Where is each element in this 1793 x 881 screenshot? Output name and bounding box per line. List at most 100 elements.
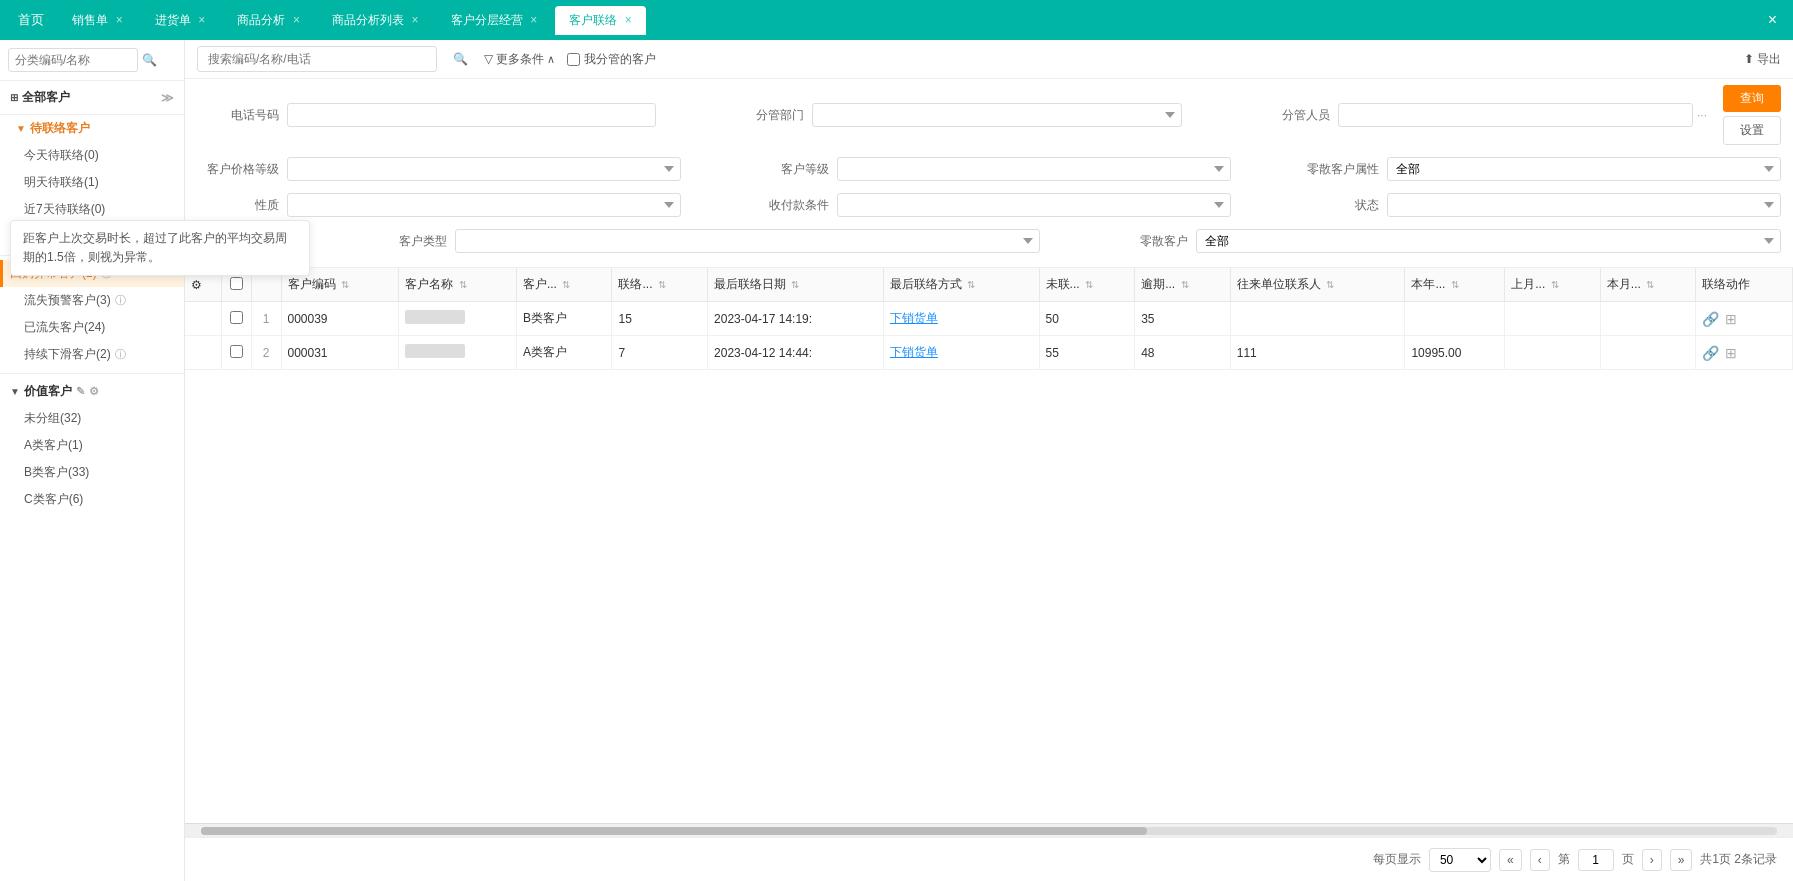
person-input[interactable] xyxy=(1338,103,1693,127)
close-sales-tab-icon[interactable]: × xyxy=(116,13,123,27)
sidebar-collapse-icon[interactable]: ≫ xyxy=(161,91,174,105)
close-product-analysis-list-tab-icon[interactable]: × xyxy=(412,13,419,27)
filter-action-buttons: 查询 设置 xyxy=(1723,85,1781,145)
customer-level-select[interactable] xyxy=(837,157,1231,181)
filter-payment-field: 收付款条件 xyxy=(747,193,1231,217)
sidebar-item-tomorrow[interactable]: 明天待联络(1) xyxy=(0,169,184,196)
row1-grid-icon[interactable]: ⊞ xyxy=(1725,311,1737,327)
retail-customer-select[interactable]: 全部 xyxy=(1196,229,1781,253)
sort-icon-history[interactable]: ⇅ xyxy=(1326,279,1334,290)
payment-select[interactable] xyxy=(837,193,1231,217)
sort-icon-date[interactable]: ⇅ xyxy=(791,279,799,290)
row2-last-contact-method: 下销货单 xyxy=(883,336,1039,370)
settings-icon-sidebar[interactable]: ⚙ xyxy=(89,385,99,398)
price-level-select[interactable] xyxy=(287,157,681,181)
nav-tab-product-analysis-list[interactable]: 商品分析列表 × xyxy=(318,6,433,35)
row2-link-icon[interactable]: 🔗 xyxy=(1702,345,1719,361)
sort-icon-name[interactable]: ⇅ xyxy=(459,279,467,290)
grid-icon: ⊞ xyxy=(10,92,18,103)
row2-action: 🔗 ⊞ xyxy=(1696,336,1793,370)
person-dots-icon[interactable]: ··· xyxy=(1697,108,1707,122)
close-customer-segmentation-tab-icon[interactable]: × xyxy=(530,13,537,27)
table-select-all-checkbox[interactable] xyxy=(230,277,243,290)
filter-row-2: 客户价格等级 客户等级 零散客户属性 全部 xyxy=(197,151,1781,187)
sidebar: 🔍 ⊞ 全部客户 ≫ ▼ 待联络客户 今天待联络(0) 明天待联络(1) 近7天… xyxy=(0,40,185,881)
prev-page-button[interactable]: ‹ xyxy=(1530,849,1550,871)
row1-select-checkbox[interactable] xyxy=(230,311,243,324)
sort-icon-method[interactable]: ⇅ xyxy=(967,279,975,290)
row1-this-year xyxy=(1405,302,1505,336)
query-button[interactable]: 查询 xyxy=(1723,85,1781,112)
row2-contact-method-link[interactable]: 下销货单 xyxy=(890,345,938,359)
window-close-button[interactable]: × xyxy=(1760,7,1785,33)
row1-history-contacts xyxy=(1230,302,1405,336)
gender-select[interactable] xyxy=(287,193,681,217)
sidebar-all-customers[interactable]: ⊞ 全部客户 ≫ xyxy=(0,81,184,115)
settings-button[interactable]: 设置 xyxy=(1723,116,1781,145)
sort-icon-overdue[interactable]: ⇅ xyxy=(1181,279,1189,290)
close-product-analysis-tab-icon[interactable]: × xyxy=(293,13,300,27)
sidebar-search-icon[interactable]: 🔍 xyxy=(142,53,157,67)
sidebar-item-class-a[interactable]: A类客户(1) xyxy=(0,432,184,459)
sidebar-item-today[interactable]: 今天待联络(0) xyxy=(0,142,184,169)
nav-tab-product-analysis[interactable]: 商品分析 × xyxy=(223,6,314,35)
sidebar-item-already-lost[interactable]: 已流失客户(24) xyxy=(0,314,184,341)
row2-overdue: 48 xyxy=(1135,336,1231,370)
filter-row-4: ... 客户类型 零散客户 全部 xyxy=(197,223,1781,259)
scroll-thumb[interactable] xyxy=(201,827,1147,835)
my-customers-checkbox[interactable] xyxy=(567,53,580,66)
sidebar-item-class-c[interactable]: C类客户(6) xyxy=(0,486,184,513)
customer-type-select[interactable] xyxy=(455,229,1040,253)
nav-tab-purchase[interactable]: 进货单 × xyxy=(141,6,220,35)
row2-select-checkbox[interactable] xyxy=(230,345,243,358)
search-button[interactable]: 🔍 xyxy=(449,52,472,66)
row1-checkbox xyxy=(221,302,251,336)
sort-icon-type[interactable]: ⇅ xyxy=(562,279,570,290)
sidebar-value-customers-group[interactable]: ▼ 价值客户 ✎ ⚙ xyxy=(0,378,184,405)
sidebar-item-ungroup[interactable]: 未分组(32) xyxy=(0,405,184,432)
dept-select[interactable] xyxy=(812,103,1181,127)
row1-contact-method-link[interactable]: 下销货单 xyxy=(890,311,938,325)
next-page-button[interactable]: › xyxy=(1642,849,1662,871)
edit-icon[interactable]: ✎ xyxy=(76,385,85,398)
sidebar-item-class-b[interactable]: B类客户(33) xyxy=(0,459,184,486)
more-conditions-btn[interactable]: ▽ 更多条件 ∧ xyxy=(484,51,555,68)
nav-tab-home[interactable]: 首页 xyxy=(8,5,54,35)
current-page-input[interactable] xyxy=(1578,849,1614,871)
sidebar-search-input[interactable] xyxy=(8,48,138,72)
sidebar-item-continuous-down[interactable]: 持续下滑客户(2) ⓘ xyxy=(0,341,184,368)
phone-input[interactable] xyxy=(287,103,656,127)
nav-tab-sales[interactable]: 销售单 × xyxy=(58,6,137,35)
first-page-button[interactable]: « xyxy=(1499,849,1522,871)
row1-link-icon[interactable]: 🔗 xyxy=(1702,311,1719,327)
sort-icon-this-month[interactable]: ⇅ xyxy=(1646,279,1654,290)
close-customer-contact-tab-icon[interactable]: × xyxy=(625,13,632,27)
row2-grid-icon[interactable]: ⊞ xyxy=(1725,345,1737,361)
pending-contact-group-label[interactable]: ▼ 待联络客户 xyxy=(0,115,184,142)
table-gear-icon[interactable]: ⚙ xyxy=(191,278,202,292)
search-input[interactable] xyxy=(197,46,437,72)
row2-contact: 7 xyxy=(612,336,708,370)
status-select[interactable] xyxy=(1387,193,1781,217)
per-page-select[interactable]: 50 xyxy=(1429,848,1491,872)
sort-icon-last-month[interactable]: ⇅ xyxy=(1551,279,1559,290)
sidebar-item-lost-potential[interactable]: 流失预警客户(3) ⓘ xyxy=(0,287,184,314)
page-suffix-label: 页 xyxy=(1622,851,1634,868)
nav-tab-customer-contact[interactable]: 客户联络 × xyxy=(555,6,646,35)
sort-icon-not-linked[interactable]: ⇅ xyxy=(1085,279,1093,290)
export-button[interactable]: ⬆ 导出 xyxy=(1744,51,1781,68)
price-level-label: 客户价格等级 xyxy=(197,161,287,178)
main-layout: 🔍 ⊞ 全部客户 ≫ ▼ 待联络客户 今天待联络(0) 明天待联络(1) 近7天… xyxy=(0,40,1793,881)
row1-last-contact-date: 2023-04-17 14:19: xyxy=(708,302,884,336)
horizontal-scrollbar[interactable] xyxy=(185,823,1793,837)
last-page-button[interactable]: » xyxy=(1670,849,1693,871)
sort-icon-this-year[interactable]: ⇅ xyxy=(1451,279,1459,290)
retail-customer-label: 零散客户 xyxy=(1106,233,1196,250)
close-purchase-tab-icon[interactable]: × xyxy=(198,13,205,27)
sort-icon-contact[interactable]: ⇅ xyxy=(658,279,666,290)
retail-attr-select[interactable]: 全部 xyxy=(1387,157,1781,181)
sort-icon-code[interactable]: ⇅ xyxy=(341,279,349,290)
nav-tab-customer-segmentation[interactable]: 客户分层经营 × xyxy=(437,6,552,35)
my-customers-checkbox-label[interactable]: 我分管的客户 xyxy=(567,51,656,68)
filter-bar: 🔍 ▽ 更多条件 ∧ 我分管的客户 ⬆ 导出 xyxy=(185,40,1793,79)
